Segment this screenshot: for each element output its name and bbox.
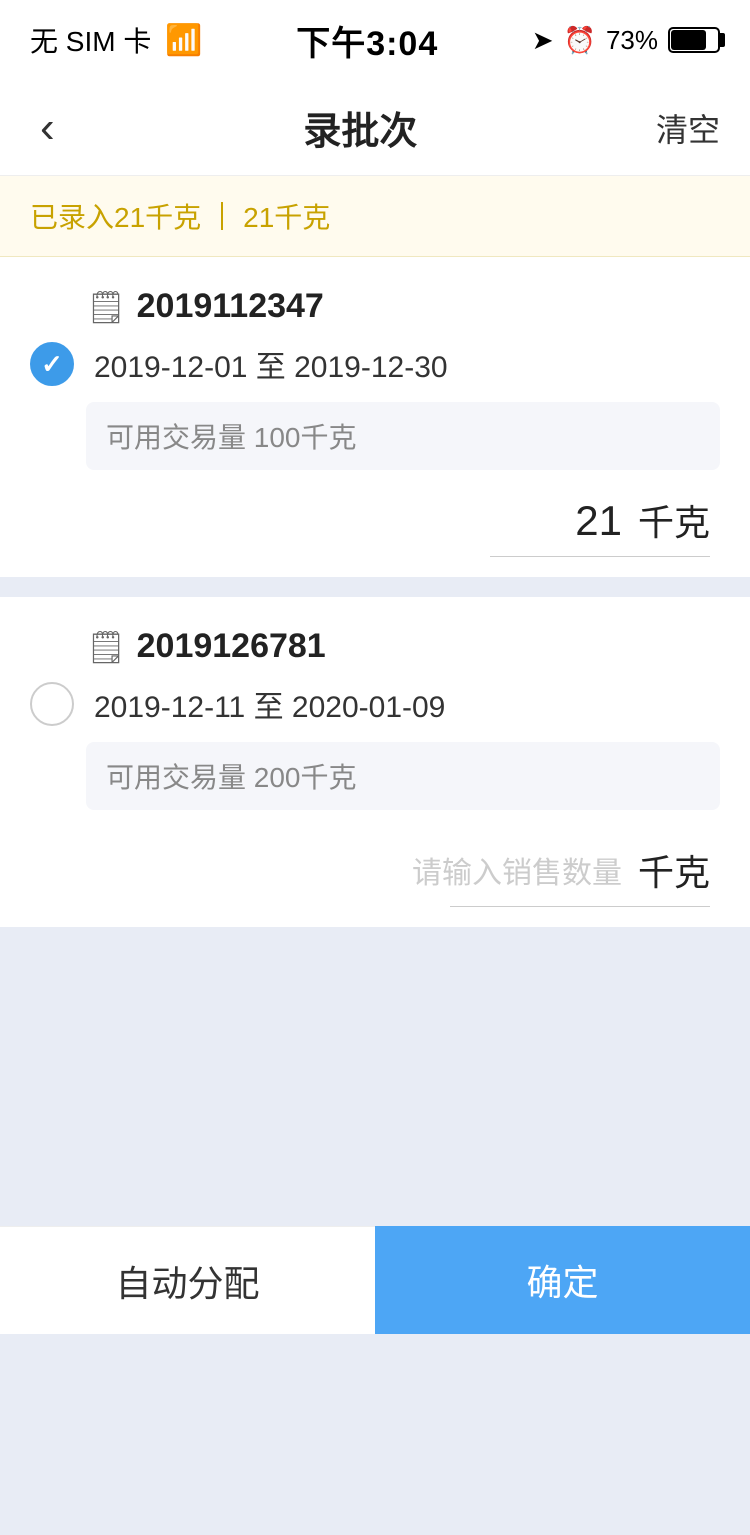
location-icon: ➤ [532,25,554,56]
auto-assign-button[interactable]: 自动分配 [0,1226,375,1334]
amount-value-1[interactable]: 21 [575,497,622,545]
avail-bar-1: 可用交易量 100千克 [86,402,720,470]
batch-id-2: 2019126781 [137,627,326,666]
batch-item-2-inner: 🗒 2019126781 2019-12-11 至 2020-01-09 可用交… [0,597,750,810]
info-bar: 已录入21千克 21千克 [0,176,750,257]
batch-id-row-2: 🗒 2019126781 [30,627,720,666]
nav-bar: ‹ 录批次 清空 [0,80,750,176]
status-time: 下午3:04 [296,16,438,65]
recorded-value: 21千克 [243,196,330,236]
status-right: ➤ ⏰ 73% [532,25,720,56]
clear-button[interactable]: 清空 [656,105,720,151]
radio-2[interactable] [30,682,74,726]
batch-2-bottom-space [0,907,750,927]
bottom-fill [0,927,750,1427]
amount-row-1: 21 千克 [0,494,750,556]
back-button[interactable]: ‹ [30,93,65,163]
info-divider [221,202,223,230]
battery-percent: 73% [606,25,658,56]
confirm-button[interactable]: 确定 [375,1226,750,1334]
section-divider [0,577,750,597]
battery-fill [671,30,706,50]
batch-item-1: 🗒 2019112347 2019-12-01 至 2019-12-30 可用交… [0,257,750,577]
amount-unit-1: 千克 [638,494,710,546]
recorded-label: 已录入21千克 [30,196,201,236]
amount-container-1[interactable]: 21 千克 [575,494,710,546]
batch-date-row-2[interactable]: 2019-12-11 至 2020-01-09 [30,682,720,726]
avail-bar-2: 可用交易量 200千克 [86,742,720,810]
batch-id-row-1: 🗒 2019112347 [30,287,720,326]
batch-id-1: 2019112347 [137,287,324,326]
batch-item-1-inner: 🗒 2019112347 2019-12-01 至 2019-12-30 可用交… [0,257,750,470]
batch-1-bottom-space [0,557,750,577]
status-bar: 无 SIM 卡 📶 下午3:04 ➤ ⏰ 73% [0,0,750,80]
batch-date-row-1[interactable]: 2019-12-01 至 2019-12-30 [30,342,720,386]
radio-1[interactable] [30,342,74,386]
batch-date-1: 2019-12-01 至 2019-12-30 [94,342,448,386]
battery-icon [668,27,720,53]
wifi-icon: 📶 [165,23,202,58]
batch-doc-icon-2: 🗒 [86,628,127,666]
batch-doc-icon-1: 🗒 [86,288,127,326]
alarm-icon: ⏰ [564,25,596,56]
amount-row-2[interactable]: 请输入销售数量 千克 [0,834,750,906]
page-title: 录批次 [303,100,417,155]
status-left: 无 SIM 卡 📶 [30,20,203,60]
input-placeholder-2[interactable]: 请输入销售数量 [412,848,622,892]
batch-item-2: 🗒 2019126781 2019-12-11 至 2020-01-09 可用交… [0,597,750,927]
bottom-buttons: 自动分配 确定 [0,1226,750,1334]
batch-date-2: 2019-12-11 至 2020-01-09 [94,682,445,726]
carrier-text: 无 SIM 卡 [30,20,151,60]
input-unit-2: 千克 [638,844,710,896]
